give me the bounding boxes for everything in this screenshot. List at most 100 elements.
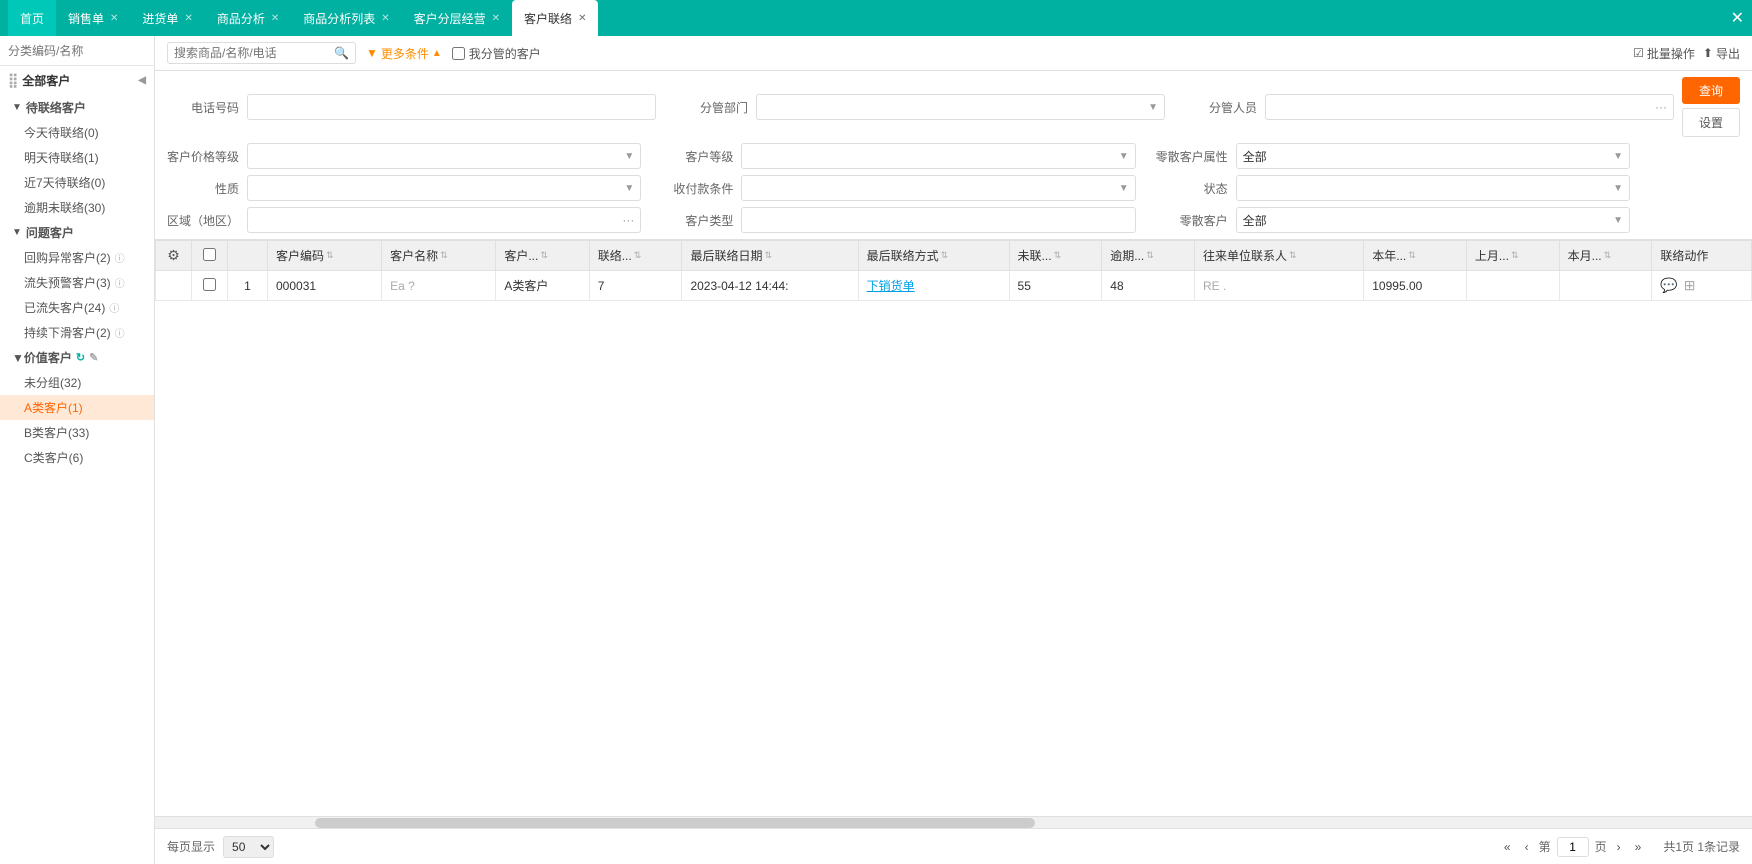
col-last-month-sort-icon[interactable]: ⇅ <box>1511 250 1519 261</box>
col-code[interactable]: 客户编码 ⇅ <box>268 241 382 271</box>
table-settings-icon[interactable]: ⚙ <box>167 247 180 263</box>
page-input[interactable] <box>1557 837 1589 857</box>
col-this-year-sort-icon[interactable]: ⇅ <box>1408 250 1416 261</box>
filter-search-icon[interactable]: 🔍 <box>334 46 349 60</box>
qrcode-icon[interactable]: ⊞ <box>1684 277 1696 294</box>
row-checkbox[interactable] <box>203 278 216 291</box>
person-select[interactable]: ··· <box>1265 94 1674 120</box>
scrollbar-thumb[interactable] <box>315 818 1035 828</box>
person-dots-icon[interactable]: ··· <box>1655 100 1667 114</box>
problem-customers-group[interactable]: ▼ 问题客户 <box>0 220 154 245</box>
tab-customer-segment-close[interactable]: ✕ <box>492 13 500 24</box>
customer-level-select[interactable]: ▼ <box>741 143 1135 169</box>
col-last-contact-date[interactable]: 最后联络日期 ⇅ <box>682 241 858 271</box>
tab-home[interactable]: 首页 <box>8 0 56 36</box>
col-overdue[interactable]: 逾期... ⇅ <box>1102 241 1195 271</box>
dept-select[interactable]: ▼ <box>756 94 1165 120</box>
tab-product-analysis[interactable]: 商品分析 ✕ <box>205 0 291 36</box>
retail-attr-select[interactable]: 全部 ▼ <box>1236 143 1630 169</box>
export-btn[interactable]: ⬆ 导出 <box>1703 45 1740 62</box>
col-no-contact[interactable]: 未联... ⇅ <box>1009 241 1102 271</box>
sidebar-item-class-b[interactable]: B类客户(33) <box>0 420 154 445</box>
first-page-btn[interactable]: « <box>1500 838 1515 856</box>
col-last-contact-method[interactable]: 最后联络方式 ⇅ <box>858 241 1009 271</box>
class-c-label: C类客户(6) <box>24 449 83 466</box>
sidebar-item-ungrouped[interactable]: 未分组(32) <box>0 370 154 395</box>
tab-customer-contact-close[interactable]: ✕ <box>578 13 586 24</box>
sidebar-item-class-a[interactable]: A类客户(1) <box>0 395 154 420</box>
sidebar-item-declining[interactable]: 持续下滑客户(2) ⓘ <box>0 320 154 345</box>
tab-product-analysis-list-close[interactable]: ✕ <box>381 13 389 24</box>
last-page-btn[interactable]: » <box>1631 838 1646 856</box>
page-size-select[interactable]: 50 100 200 <box>223 836 274 858</box>
region-dots-icon[interactable]: ··· <box>622 213 634 227</box>
tab-customer-segment[interactable]: 客户分层经营 ✕ <box>402 0 512 36</box>
my-customers-checkbox[interactable] <box>452 47 465 60</box>
next-page-btn[interactable]: › <box>1613 838 1625 856</box>
col-settings[interactable]: ⚙ <box>156 241 192 271</box>
retail-customer-select[interactable]: 全部 ▼ <box>1236 207 1630 233</box>
sidebar-item-class-c[interactable]: C类客户(6) <box>0 445 154 470</box>
sidebar-search-input[interactable] <box>8 44 155 58</box>
value-edit-icon[interactable]: ✎ <box>89 351 98 364</box>
prev-page-btn[interactable]: ‹ <box>1521 838 1533 856</box>
filter-person: 分管人员 ··· <box>1185 94 1674 120</box>
sidebar-item-7day-contact[interactable]: 近7天待联络(0) <box>0 170 154 195</box>
tab-customer-contact[interactable]: 客户联络 ✕ <box>512 0 598 36</box>
col-contact[interactable]: 联络... ⇅ <box>589 241 682 271</box>
col-last-contact-method-sort-icon[interactable]: ⇅ <box>941 250 949 261</box>
more-filters-btn[interactable]: ▼ 更多条件 ▲ <box>366 45 442 62</box>
tab-sales[interactable]: 销售单 ✕ <box>56 0 130 36</box>
col-name-sort-icon[interactable]: ⇅ <box>440 250 448 261</box>
status-select[interactable]: ▼ <box>1236 175 1630 201</box>
col-overdue-sort-icon[interactable]: ⇅ <box>1146 250 1154 261</box>
batch-ops-btn[interactable]: ☑ 批量操作 <box>1633 45 1695 62</box>
col-name[interactable]: 客户名称 ⇅ <box>382 241 496 271</box>
sidebar-collapse-icon[interactable]: ◀ <box>138 75 146 86</box>
window-close-icon[interactable]: ✕ <box>1731 8 1744 28</box>
horizontal-scrollbar[interactable] <box>155 816 1752 828</box>
col-customer-type[interactable]: 客户... ⇅ <box>496 241 589 271</box>
tab-product-analysis-close[interactable]: ✕ <box>271 13 279 24</box>
col-this-month[interactable]: 本月... ⇅ <box>1559 241 1652 271</box>
query-button[interactable]: 查询 <box>1682 77 1740 104</box>
col-this-year[interactable]: 本年... ⇅ <box>1364 241 1467 271</box>
col-unit-contact-sort-icon[interactable]: ⇅ <box>1289 250 1297 261</box>
col-code-sort-icon[interactable]: ⇅ <box>326 250 334 261</box>
retail-customer-label: 零散客户 <box>1156 212 1236 229</box>
col-no-contact-sort-icon[interactable]: ⇅ <box>1054 250 1062 261</box>
filter-search-input[interactable] <box>174 46 334 60</box>
col-this-month-sort-icon[interactable]: ⇅ <box>1604 250 1612 261</box>
sidebar-item-tomorrow-contact[interactable]: 明天待联络(1) <box>0 145 154 170</box>
price-level-select[interactable]: ▼ <box>247 143 641 169</box>
region-select[interactable]: ··· <box>247 207 641 233</box>
customer-type-select[interactable] <box>741 207 1135 233</box>
sidebar-all-customers-header[interactable]: ⣿ 全部客户 ◀ <box>0 66 154 95</box>
row-last-contact-method[interactable]: 下销货单 <box>867 279 915 293</box>
tab-purchase-close[interactable]: ✕ <box>184 13 192 24</box>
phone-text-input[interactable] <box>254 100 649 114</box>
nature-select[interactable]: ▼ <box>247 175 641 201</box>
tab-product-analysis-list[interactable]: 商品分析列表 ✕ <box>291 0 401 36</box>
pending-contact-group[interactable]: ▼ 待联络客户 <box>0 95 154 120</box>
chat-icon[interactable]: 💬 <box>1660 277 1677 294</box>
sidebar-item-churned[interactable]: 已流失客户(24) ⓘ <box>0 295 154 320</box>
sidebar-item-churn-warning[interactable]: 流失预警客户(3) ⓘ <box>0 270 154 295</box>
phone-input[interactable] <box>247 94 656 120</box>
col-last-month[interactable]: 上月... ⇅ <box>1466 241 1559 271</box>
settings-button[interactable]: 设置 <box>1682 108 1740 137</box>
col-last-contact-date-sort-icon[interactable]: ⇅ <box>764 250 772 261</box>
payment-select[interactable]: ▼ <box>741 175 1135 201</box>
col-contact-sort-icon[interactable]: ⇅ <box>634 250 642 261</box>
tab-purchase[interactable]: 进货单 ✕ <box>130 0 204 36</box>
payment-arrow-icon: ▼ <box>1119 183 1129 194</box>
value-refresh-icon[interactable]: ↻ <box>76 351 85 364</box>
select-all-checkbox[interactable] <box>203 248 216 261</box>
value-customers-group[interactable]: ▼ 价值客户 ↻ ✎ <box>0 345 154 370</box>
col-unit-contact[interactable]: 往来单位联系人 ⇅ <box>1194 241 1363 271</box>
col-customer-type-sort-icon[interactable]: ⇅ <box>540 250 548 261</box>
tab-sales-close[interactable]: ✕ <box>110 13 118 24</box>
sidebar-item-repurchase-abnormal[interactable]: 回购异常客户(2) ⓘ <box>0 245 154 270</box>
sidebar-item-overdue-contact[interactable]: 逾期未联络(30) <box>0 195 154 220</box>
sidebar-item-today-contact[interactable]: 今天待联络(0) <box>0 120 154 145</box>
